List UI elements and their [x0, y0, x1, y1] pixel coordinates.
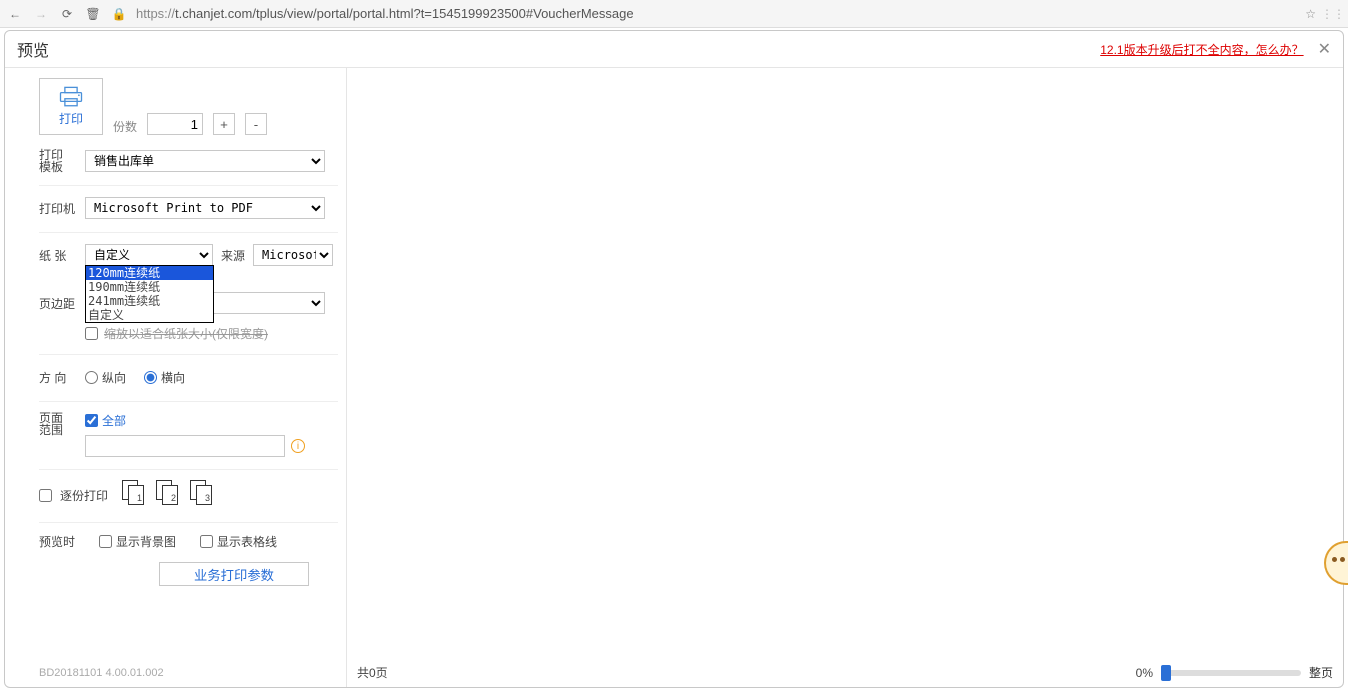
show-bg-checkbox[interactable] [99, 535, 112, 548]
paper-source-select[interactable]: Microsoft P [253, 244, 333, 266]
portrait-radio[interactable] [85, 371, 98, 384]
landscape-radio[interactable] [144, 371, 157, 384]
paper-label: 纸 张 [39, 247, 77, 264]
business-print-params-button[interactable]: 业务打印参数 [159, 562, 309, 586]
orientation-label: 方 向 [39, 369, 77, 386]
preview-options-label: 预览时 [39, 533, 75, 550]
address-bar[interactable]: https://t.chanjet.com/tplus/view/portal/… [136, 6, 1297, 21]
paper-option[interactable]: 241mm连续纸 [86, 294, 213, 308]
show-grid-checkbox[interactable] [200, 535, 213, 548]
zoom-percent-label: 0% [1136, 666, 1153, 680]
close-icon[interactable]: ✕ [1318, 39, 1331, 59]
collate-label: 逐份打印 [60, 487, 108, 504]
paper-option[interactable]: 自定义 [86, 308, 213, 322]
printer-icon [57, 86, 85, 108]
version-label: BD20181101 4.00.01.002 [39, 667, 164, 679]
fit-width-checkbox[interactable] [85, 327, 98, 340]
print-button[interactable]: 打印 [39, 78, 103, 135]
forward-button[interactable]: → [32, 5, 50, 23]
print-settings-panel: 打印 份数 + - 打印 模板 销售出库单 打印机 Microsoft Prin… [5, 68, 347, 687]
bookmark-star-icon[interactable]: ☆ [1305, 7, 1316, 21]
print-preview-dialog: 预览 12.1版本升级后打不全内容，怎么办？ ✕ 打印 份数 [4, 30, 1344, 688]
print-button-label: 打印 [59, 110, 83, 127]
reload-button[interactable]: ⟳ [58, 5, 76, 23]
paper-dropdown-list[interactable]: 120mm连续纸 190mm连续纸 241mm连续纸 自定义 [85, 265, 214, 323]
margin-label: 页边距 [39, 295, 77, 312]
collate-icons: 11 22 33 [122, 480, 218, 510]
fit-width-label: 缩放以适合纸张大小(仅限宽度) [104, 325, 268, 342]
preview-area: 共0页 0% 整页 [347, 68, 1343, 687]
zoom-slider-thumb[interactable] [1161, 665, 1171, 681]
page-range-label: 页面 范围 [39, 412, 77, 436]
page-range-input[interactable] [85, 435, 285, 457]
page-count-label: 共0页 [357, 664, 388, 681]
template-select[interactable]: 销售出库单 [85, 150, 325, 172]
copies-minus-button[interactable]: - [245, 113, 267, 135]
dialog-title: 预览 [17, 37, 49, 61]
browser-toolbar: ← → ⟳ 🗑 🔒 https://t.chanjet.com/tplus/vi… [0, 0, 1348, 28]
printer-select[interactable]: Microsoft Print to PDF [85, 197, 325, 219]
template-label: 打印 模板 [39, 149, 77, 173]
preview-footer: 共0页 0% 整页 [357, 664, 1333, 681]
title-bar: 预览 12.1版本升级后打不全内容，怎么办？ ✕ [5, 31, 1343, 68]
zoom-slider[interactable] [1161, 670, 1301, 676]
back-button[interactable]: ← [6, 5, 24, 23]
lock-icon: 🔒 [110, 5, 128, 23]
all-pages-checkbox[interactable] [85, 414, 98, 427]
printer-label: 打印机 [39, 200, 77, 217]
paper-option[interactable]: 190mm连续纸 [86, 280, 213, 294]
copies-label: 份数 [113, 118, 137, 135]
collate-checkbox[interactable] [39, 489, 52, 502]
paper-source-label: 来源 [221, 247, 245, 264]
paper-option[interactable]: 120mm连续纸 [86, 266, 213, 280]
whole-page-button[interactable]: 整页 [1309, 664, 1333, 681]
help-link[interactable]: 12.1版本升级后打不全内容，怎么办？ [1100, 41, 1303, 58]
menu-icon[interactable]: ⋮⋮ [1324, 5, 1342, 23]
copies-input[interactable] [147, 113, 203, 135]
trash-button[interactable]: 🗑 [84, 5, 102, 23]
copies-plus-button[interactable]: + [213, 113, 235, 135]
paper-select[interactable]: 自定义 [85, 244, 213, 266]
info-icon[interactable]: i [291, 439, 305, 453]
